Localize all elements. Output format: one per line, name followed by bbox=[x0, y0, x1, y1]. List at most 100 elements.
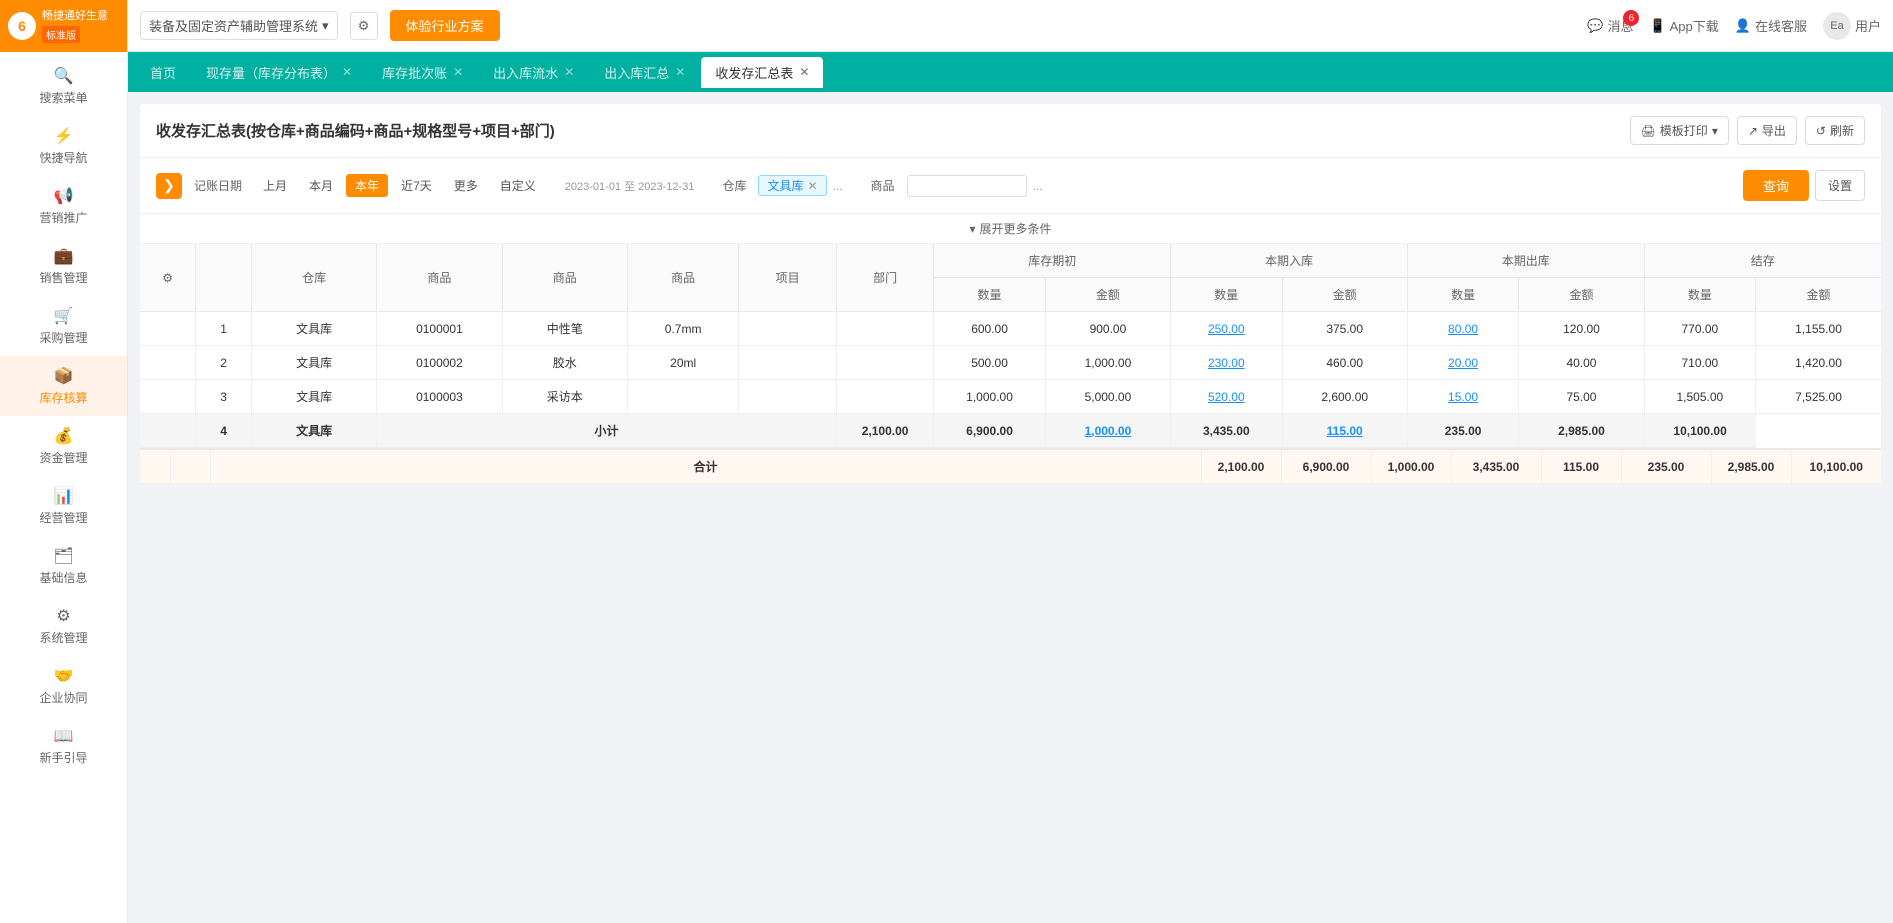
tab-5[interactable]: 收发存汇总表✕ bbox=[701, 57, 823, 88]
sidebar: 6 畅捷通好生意 标准版 🔍搜索菜单⚡快捷导航📢营销推广💼销售管理🛒采购管理📦库… bbox=[0, 0, 128, 923]
row-out-qty[interactable]: 80.00 bbox=[1407, 312, 1518, 346]
sidebar-item-system[interactable]: ⚙系统管理 bbox=[0, 596, 127, 656]
trial-button[interactable]: 体验行业方案 bbox=[390, 10, 500, 41]
filter-collapse-btn[interactable]: ❯ bbox=[156, 173, 182, 199]
query-button[interactable]: 查询 bbox=[1743, 170, 1809, 201]
page-actions: 🖨 模板打印 ▾ ↗ 导出 ↺ 刷新 bbox=[1630, 116, 1865, 145]
row-code: 0100001 bbox=[377, 312, 502, 346]
th-in-qty: 数量 bbox=[1171, 278, 1282, 312]
nav-label-sales: 销售管理 bbox=[39, 269, 87, 286]
th-init-amt: 金额 bbox=[1045, 278, 1170, 312]
sub-out-qty[interactable]: 115.00 bbox=[1282, 414, 1407, 448]
tab-close-5[interactable]: ✕ bbox=[799, 65, 809, 79]
row-project bbox=[739, 380, 836, 414]
th-in-amt: 金额 bbox=[1282, 278, 1407, 312]
row-bal-qty: 710.00 bbox=[1644, 346, 1755, 380]
row-init-amt: 900.00 bbox=[1045, 312, 1170, 346]
row-name: 采访本 bbox=[502, 380, 627, 414]
app-download-button[interactable]: 📱 App下载 bbox=[1649, 16, 1718, 35]
page-card: 收发存汇总表(按仓库+商品编码+商品+规格型号+项目+部门) 🖨 模板打印 ▾ … bbox=[140, 104, 1881, 484]
system-selector[interactable]: 装备及固定资产辅助管理系统 ▾ bbox=[140, 11, 338, 40]
tab-close-2[interactable]: ✕ bbox=[453, 65, 463, 79]
warehouse-tag-close[interactable]: ✕ bbox=[807, 179, 817, 193]
footer-out-qty: 115.00 bbox=[1541, 450, 1621, 484]
sidebar-item-guide[interactable]: 📖新手引导 bbox=[0, 716, 127, 776]
footer-out-amt: 235.00 bbox=[1621, 450, 1711, 484]
messages-button[interactable]: 💬 消息 6 bbox=[1587, 16, 1633, 35]
th-code: 商品 bbox=[377, 244, 502, 312]
header-right: 💬 消息 6 📱 App下载 👤 在线客服 Ea 用户 bbox=[1587, 12, 1881, 40]
date-shortcut-本年[interactable]: 本年 bbox=[346, 174, 388, 197]
refresh-button[interactable]: ↺ 刷新 bbox=[1805, 116, 1865, 145]
tab-close-3[interactable]: ✕ bbox=[564, 65, 574, 79]
sidebar-item-basic[interactable]: 🗂基础信息 bbox=[0, 536, 127, 596]
sidebar-item-marketing[interactable]: 📢营销推广 bbox=[0, 176, 127, 236]
sidebar-item-finance[interactable]: 💰资金管理 bbox=[0, 416, 127, 476]
sidebar-item-sales[interactable]: 💼销售管理 bbox=[0, 236, 127, 296]
table-settings-icon[interactable]: ⚙ bbox=[162, 271, 173, 285]
nav-label-marketing: 营销推广 bbox=[39, 209, 87, 226]
goods-more-btn[interactable]: ... bbox=[1033, 179, 1043, 193]
setting-button[interactable]: 设置 bbox=[1815, 170, 1865, 201]
tab-0[interactable]: 首页 bbox=[136, 57, 190, 88]
row-dept bbox=[836, 312, 933, 346]
tab-label-4: 出入库汇总 bbox=[604, 63, 669, 82]
nav-label-purchase: 采购管理 bbox=[39, 329, 87, 346]
user-label: 用户 bbox=[1855, 16, 1881, 35]
date-shortcut-自定义[interactable]: 自定义 bbox=[491, 174, 545, 197]
tab-4[interactable]: 出入库汇总 ✕ bbox=[590, 57, 699, 88]
th-out-qty: 数量 bbox=[1407, 278, 1518, 312]
nav-icon-operation: 📊 bbox=[54, 486, 74, 506]
sidebar-item-search[interactable]: 🔍搜索菜单 bbox=[0, 56, 127, 116]
goods-filter: ... bbox=[907, 175, 1043, 197]
sidebar-item-inventory[interactable]: 📦库存核算 bbox=[0, 356, 127, 416]
date-shortcut-本月[interactable]: 本月 bbox=[300, 174, 342, 197]
print-button[interactable]: 🖨 模板打印 ▾ bbox=[1630, 116, 1729, 145]
row-init-qty: 1,000.00 bbox=[934, 380, 1045, 414]
export-button[interactable]: ↗ 导出 bbox=[1737, 116, 1797, 145]
gear-button[interactable]: ⚙ bbox=[350, 12, 378, 40]
sidebar-item-operation[interactable]: 📊经营管理 bbox=[0, 476, 127, 536]
sidebar-item-purchase[interactable]: 🛒采购管理 bbox=[0, 296, 127, 356]
row-project bbox=[739, 346, 836, 380]
th-init-stock: 库存期初 bbox=[934, 244, 1171, 278]
tab-close-1[interactable]: ✕ bbox=[342, 65, 352, 79]
row-bal-qty: 1,505.00 bbox=[1644, 380, 1755, 414]
subtotal-row: 4 文具库 小计 2,100.00 6,900.00 1,000.00 3,43… bbox=[140, 414, 1881, 448]
sidebar-item-collab[interactable]: 🤝企业协同 bbox=[0, 656, 127, 716]
row-out-qty[interactable]: 15.00 bbox=[1407, 380, 1518, 414]
sidebar-item-quick[interactable]: ⚡快捷导航 bbox=[0, 116, 127, 176]
online-service-button[interactable]: 👤 在线客服 bbox=[1735, 16, 1807, 35]
row-in-qty[interactable]: 250.00 bbox=[1171, 312, 1282, 346]
row-spec: 0.7mm bbox=[627, 312, 738, 346]
footer-empty2 bbox=[170, 450, 210, 484]
logo-text: 畅捷通好生意 bbox=[42, 9, 108, 23]
nav-label-search: 搜索菜单 bbox=[39, 89, 87, 106]
sub-in-qty[interactable]: 1,000.00 bbox=[1045, 414, 1170, 448]
goods-input[interactable] bbox=[907, 175, 1027, 197]
date-shortcut-更多[interactable]: 更多 bbox=[445, 174, 487, 197]
row-out-qty[interactable]: 20.00 bbox=[1407, 346, 1518, 380]
warehouse-more-btn[interactable]: ... bbox=[833, 179, 843, 193]
expand-row: ▾ 展开更多条件 bbox=[140, 214, 1881, 244]
th-name: 商品 bbox=[502, 244, 627, 312]
footer-in-qty: 1,000.00 bbox=[1371, 450, 1451, 484]
warehouse-tag[interactable]: 文具库 ✕ bbox=[758, 175, 826, 196]
row-in-qty[interactable]: 230.00 bbox=[1171, 346, 1282, 380]
date-shortcut-近7天[interactable]: 近7天 bbox=[392, 174, 441, 197]
user-button[interactable]: Ea 用户 bbox=[1823, 12, 1881, 40]
row-out-amt: 40.00 bbox=[1519, 346, 1644, 380]
date-shortcuts: 上月本月本年近7天更多自定义 bbox=[254, 174, 545, 197]
content-area: 收发存汇总表(按仓库+商品编码+商品+规格型号+项目+部门) 🖨 模板打印 ▾ … bbox=[128, 92, 1893, 923]
date-range: 2023-01-01 至 2023-12-31 bbox=[565, 178, 695, 194]
expand-conditions-button[interactable]: ▾ 展开更多条件 bbox=[969, 220, 1051, 237]
tab-close-4[interactable]: ✕ bbox=[675, 65, 685, 79]
row-in-qty[interactable]: 520.00 bbox=[1171, 380, 1282, 414]
th-no bbox=[196, 244, 252, 312]
tab-bar: 首页现存量（库存分布表）✕库存批次账✕出入库流水✕出入库汇总✕收发存汇总表✕ bbox=[128, 52, 1893, 92]
tab-2[interactable]: 库存批次账✕ bbox=[368, 57, 477, 88]
tab-3[interactable]: 出入库流水✕ bbox=[479, 57, 588, 88]
tab-1[interactable]: 现存量（库存分布表）✕ bbox=[192, 57, 366, 88]
date-shortcut-上月[interactable]: 上月 bbox=[254, 174, 296, 197]
row-warehouse: 文具库 bbox=[251, 346, 376, 380]
